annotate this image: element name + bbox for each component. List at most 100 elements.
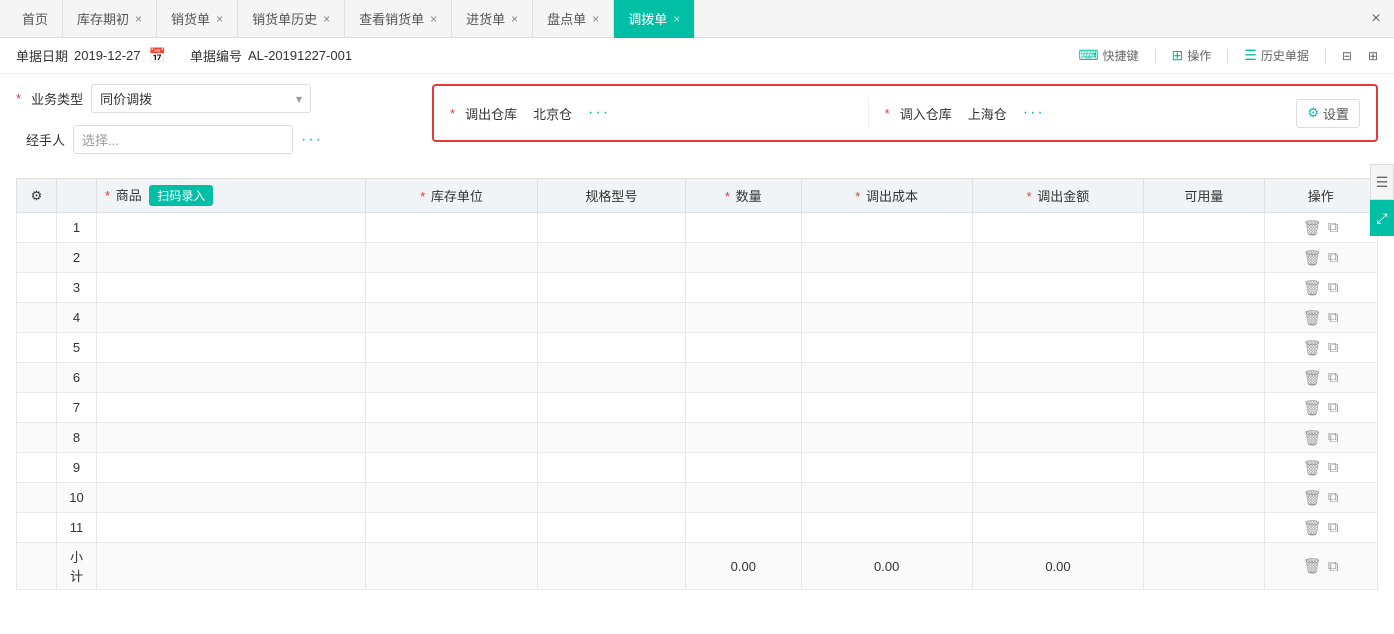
tab-stocktake[interactable]: 盘点单 ×: [533, 0, 614, 38]
row-goods-2[interactable]: [97, 243, 366, 273]
delete-icon-9[interactable]: 🗑: [1303, 459, 1322, 477]
subtotal-copy-icon[interactable]: ⧉: [1328, 558, 1339, 575]
tab-close-sales-history[interactable]: ×: [323, 12, 330, 26]
row-unit-7[interactable]: [366, 393, 537, 423]
row-spec-8[interactable]: [537, 423, 685, 453]
tab-close-purchase[interactable]: ×: [511, 12, 518, 26]
list-view-button[interactable]: ⊞: [1368, 49, 1378, 63]
row-unit-3[interactable]: [366, 273, 537, 303]
transfer-in-value[interactable]: 上海仓: [968, 104, 1007, 123]
copy-icon-8[interactable]: ⧉: [1328, 429, 1339, 446]
tab-close-sales-order[interactable]: ×: [216, 12, 223, 26]
row-goods-5[interactable]: [97, 333, 366, 363]
row-spec-7[interactable]: [537, 393, 685, 423]
row-qty-6[interactable]: [686, 363, 801, 393]
copy-icon-1[interactable]: ⧉: [1328, 219, 1339, 236]
row-unit-2[interactable]: [366, 243, 537, 273]
calendar-icon[interactable]: 📅: [149, 47, 166, 64]
delete-icon-1[interactable]: 🗑: [1303, 219, 1322, 237]
row-amount-2[interactable]: [972, 243, 1143, 273]
tab-close-stocktake[interactable]: ×: [592, 12, 599, 26]
close-all-button[interactable]: ×: [1366, 9, 1386, 29]
row-cost-4[interactable]: [801, 303, 972, 333]
business-type-select[interactable]: 同价调拨 ▾: [91, 84, 311, 113]
tab-sales-history[interactable]: 销货单历史 ×: [238, 0, 345, 38]
row-spec-10[interactable]: [537, 483, 685, 513]
tab-close-view-sales[interactable]: ×: [430, 12, 437, 26]
row-goods-3[interactable]: [97, 273, 366, 303]
row-amount-7[interactable]: [972, 393, 1143, 423]
handler-select[interactable]: 选择...: [73, 125, 293, 154]
tab-purchase[interactable]: 进货单 ×: [452, 0, 533, 38]
sidebar-expand-icon[interactable]: ⤢: [1370, 200, 1394, 236]
tab-home[interactable]: 首页: [8, 0, 63, 38]
row-amount-5[interactable]: [972, 333, 1143, 363]
handler-more-icon[interactable]: ···: [301, 131, 323, 149]
transfer-out-value[interactable]: 北京仓: [533, 104, 572, 123]
row-amount-11[interactable]: [972, 513, 1143, 543]
row-goods-6[interactable]: [97, 363, 366, 393]
date-value[interactable]: 2019-12-27: [74, 48, 141, 63]
copy-icon-7[interactable]: ⧉: [1328, 399, 1339, 416]
row-cost-5[interactable]: [801, 333, 972, 363]
transfer-out-more-icon[interactable]: ···: [588, 104, 610, 122]
delete-icon-3[interactable]: 🗑: [1303, 279, 1322, 297]
gear-column-header[interactable]: ⚙: [17, 179, 57, 213]
row-cost-10[interactable]: [801, 483, 972, 513]
transfer-in-more-icon[interactable]: ···: [1023, 104, 1045, 122]
operations-button[interactable]: ⊞ 操作: [1172, 47, 1212, 64]
row-amount-8[interactable]: [972, 423, 1143, 453]
row-qty-2[interactable]: [686, 243, 801, 273]
row-qty-4[interactable]: [686, 303, 801, 333]
row-amount-1[interactable]: [972, 213, 1143, 243]
row-cost-11[interactable]: [801, 513, 972, 543]
grid-view-button[interactable]: ⊟: [1342, 49, 1352, 63]
row-spec-5[interactable]: [537, 333, 685, 363]
row-unit-6[interactable]: [366, 363, 537, 393]
row-spec-3[interactable]: [537, 273, 685, 303]
row-goods-7[interactable]: [97, 393, 366, 423]
delete-icon-10[interactable]: 🗑: [1303, 489, 1322, 507]
row-goods-4[interactable]: [97, 303, 366, 333]
row-amount-3[interactable]: [972, 273, 1143, 303]
row-cost-7[interactable]: [801, 393, 972, 423]
row-qty-9[interactable]: [686, 453, 801, 483]
row-goods-10[interactable]: [97, 483, 366, 513]
copy-icon-3[interactable]: ⧉: [1328, 279, 1339, 296]
copy-icon-11[interactable]: ⧉: [1328, 519, 1339, 536]
copy-icon-10[interactable]: ⧉: [1328, 489, 1339, 506]
row-goods-9[interactable]: [97, 453, 366, 483]
copy-icon-9[interactable]: ⧉: [1328, 459, 1339, 476]
tab-transfer[interactable]: 调拨单 ×: [614, 0, 695, 38]
settings-button[interactable]: ⚙ 设置: [1296, 99, 1360, 128]
row-cost-3[interactable]: [801, 273, 972, 303]
row-qty-8[interactable]: [686, 423, 801, 453]
row-qty-7[interactable]: [686, 393, 801, 423]
row-unit-4[interactable]: [366, 303, 537, 333]
row-unit-9[interactable]: [366, 453, 537, 483]
row-amount-6[interactable]: [972, 363, 1143, 393]
delete-icon-2[interactable]: 🗑: [1303, 249, 1322, 267]
tab-inventory-init[interactable]: 库存期初 ×: [63, 0, 157, 38]
row-unit-10[interactable]: [366, 483, 537, 513]
row-goods-8[interactable]: [97, 423, 366, 453]
copy-icon-5[interactable]: ⧉: [1328, 339, 1339, 356]
row-spec-9[interactable]: [537, 453, 685, 483]
copy-icon-2[interactable]: ⧉: [1328, 249, 1339, 266]
delete-icon-7[interactable]: 🗑: [1303, 399, 1322, 417]
row-cost-1[interactable]: [801, 213, 972, 243]
row-unit-8[interactable]: [366, 423, 537, 453]
row-qty-11[interactable]: [686, 513, 801, 543]
delete-icon-5[interactable]: 🗑: [1303, 339, 1322, 357]
sidebar-list-icon[interactable]: ☰: [1370, 164, 1394, 200]
row-cost-8[interactable]: [801, 423, 972, 453]
delete-icon-8[interactable]: 🗑: [1303, 429, 1322, 447]
history-button[interactable]: ☰ 历史单据: [1244, 47, 1309, 64]
row-goods-11[interactable]: [97, 513, 366, 543]
row-cost-9[interactable]: [801, 453, 972, 483]
row-amount-9[interactable]: [972, 453, 1143, 483]
row-spec-11[interactable]: [537, 513, 685, 543]
delete-icon-11[interactable]: 🗑: [1303, 519, 1322, 537]
row-qty-1[interactable]: [686, 213, 801, 243]
subtotal-delete-icon[interactable]: 🗑: [1303, 557, 1322, 575]
